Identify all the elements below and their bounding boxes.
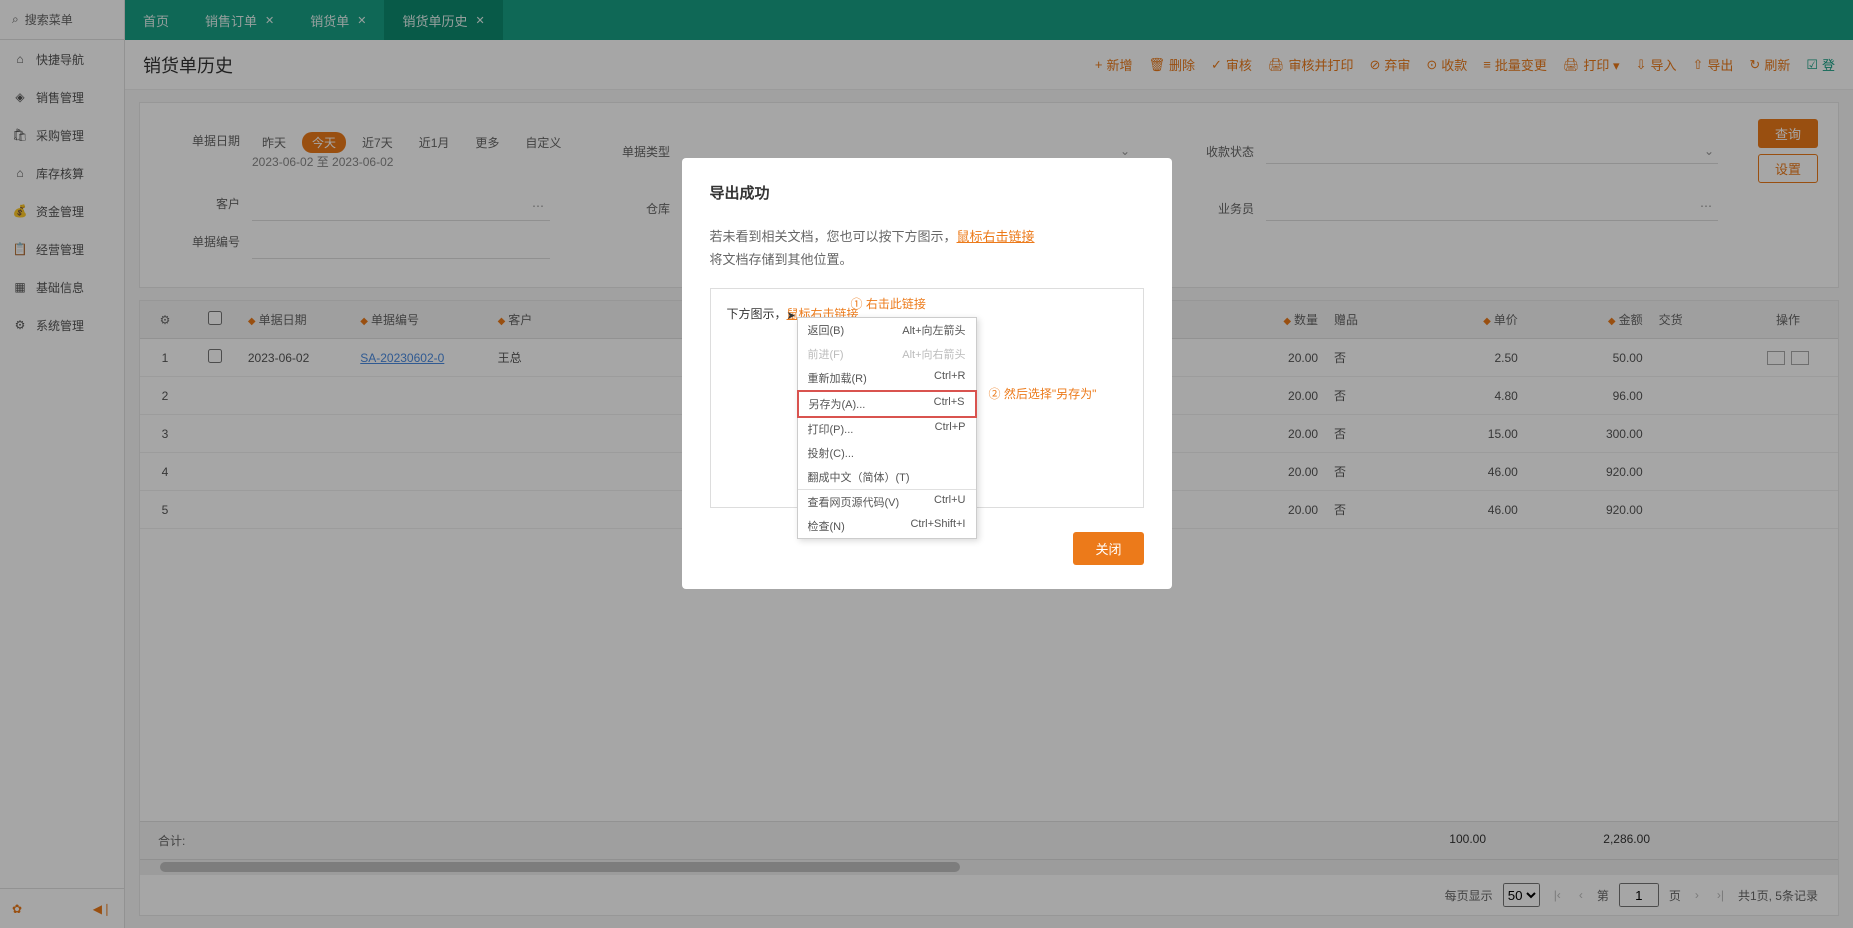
ctx-item: 检查(N) Ctrl+Shift+I xyxy=(798,514,976,538)
modal-overlay[interactable]: 导出成功 若未看到相关文档，您也可以按下方图示，鼠标右击链接 将文档存储到其他位… xyxy=(0,0,1853,928)
cursor-icon: ➤ xyxy=(787,309,796,322)
ctx-shortcut: Ctrl+Shift+I xyxy=(910,518,965,534)
callout-1: ① 右击此链接 xyxy=(851,295,926,312)
context-menu-illustration: 返回(B) Alt+向左箭头前进(F) Alt+向右箭头重新加载(R) Ctrl+R 另… xyxy=(797,317,977,539)
ctx-label: 重新加载(R) xyxy=(808,370,867,386)
right-click-link[interactable]: 鼠标右击链接 xyxy=(957,229,1035,244)
ctx-label: 前进(F) xyxy=(808,346,844,362)
ctx-label: 查看网页源代码(V) xyxy=(808,494,900,510)
ctx-shortcut: Ctrl+S xyxy=(934,396,965,412)
ctx-item: 查看网页源代码(V) Ctrl+U xyxy=(798,490,976,514)
ctx-shortcut: Alt+向右箭头 xyxy=(902,346,965,362)
ctx-label: 投射(C)... xyxy=(808,445,854,461)
close-button[interactable]: 关闭 xyxy=(1073,532,1143,565)
ctx-label: 返回(B) xyxy=(808,322,845,338)
callout-2: ② 然后选择"另存为" xyxy=(989,385,1097,402)
ctx-item: 投射(C)... xyxy=(798,441,976,465)
export-success-modal: 导出成功 若未看到相关文档，您也可以按下方图示，鼠标右击链接 将文档存储到其他位… xyxy=(682,158,1172,589)
ctx-item: 另存为(A)... Ctrl+S xyxy=(797,390,977,418)
ctx-shortcut: Ctrl+U xyxy=(934,494,965,510)
modal-title: 导出成功 xyxy=(710,182,1144,203)
ctx-item: 重新加载(R) Ctrl+R xyxy=(798,366,976,390)
ctx-item: 前进(F) Alt+向右箭头 xyxy=(798,342,976,366)
ctx-label: 另存为(A)... xyxy=(809,396,866,412)
instruction-diagram: 下方图示，鼠标右击链接 ➤ ① 右击此链接 返回(B)Alt+向左箭头前进(F)… xyxy=(710,288,1144,508)
ctx-item: 返回(B) Alt+向左箭头 xyxy=(798,318,976,342)
ctx-shortcut: Ctrl+P xyxy=(935,421,966,437)
ctx-shortcut: Ctrl+R xyxy=(934,370,965,386)
ctx-label: 检查(N) xyxy=(808,518,845,534)
ctx-label: 打印(P)... xyxy=(808,421,854,437)
ctx-shortcut: Alt+向左箭头 xyxy=(902,322,965,338)
ctx-item: 翻成中文（简体）(T) xyxy=(798,465,976,489)
modal-body: 若未看到相关文档，您也可以按下方图示，鼠标右击链接 将文档存储到其他位置。 xyxy=(710,225,1144,272)
ctx-item: 打印(P)... Ctrl+P xyxy=(798,417,976,441)
ctx-label: 翻成中文（简体）(T) xyxy=(808,469,910,485)
